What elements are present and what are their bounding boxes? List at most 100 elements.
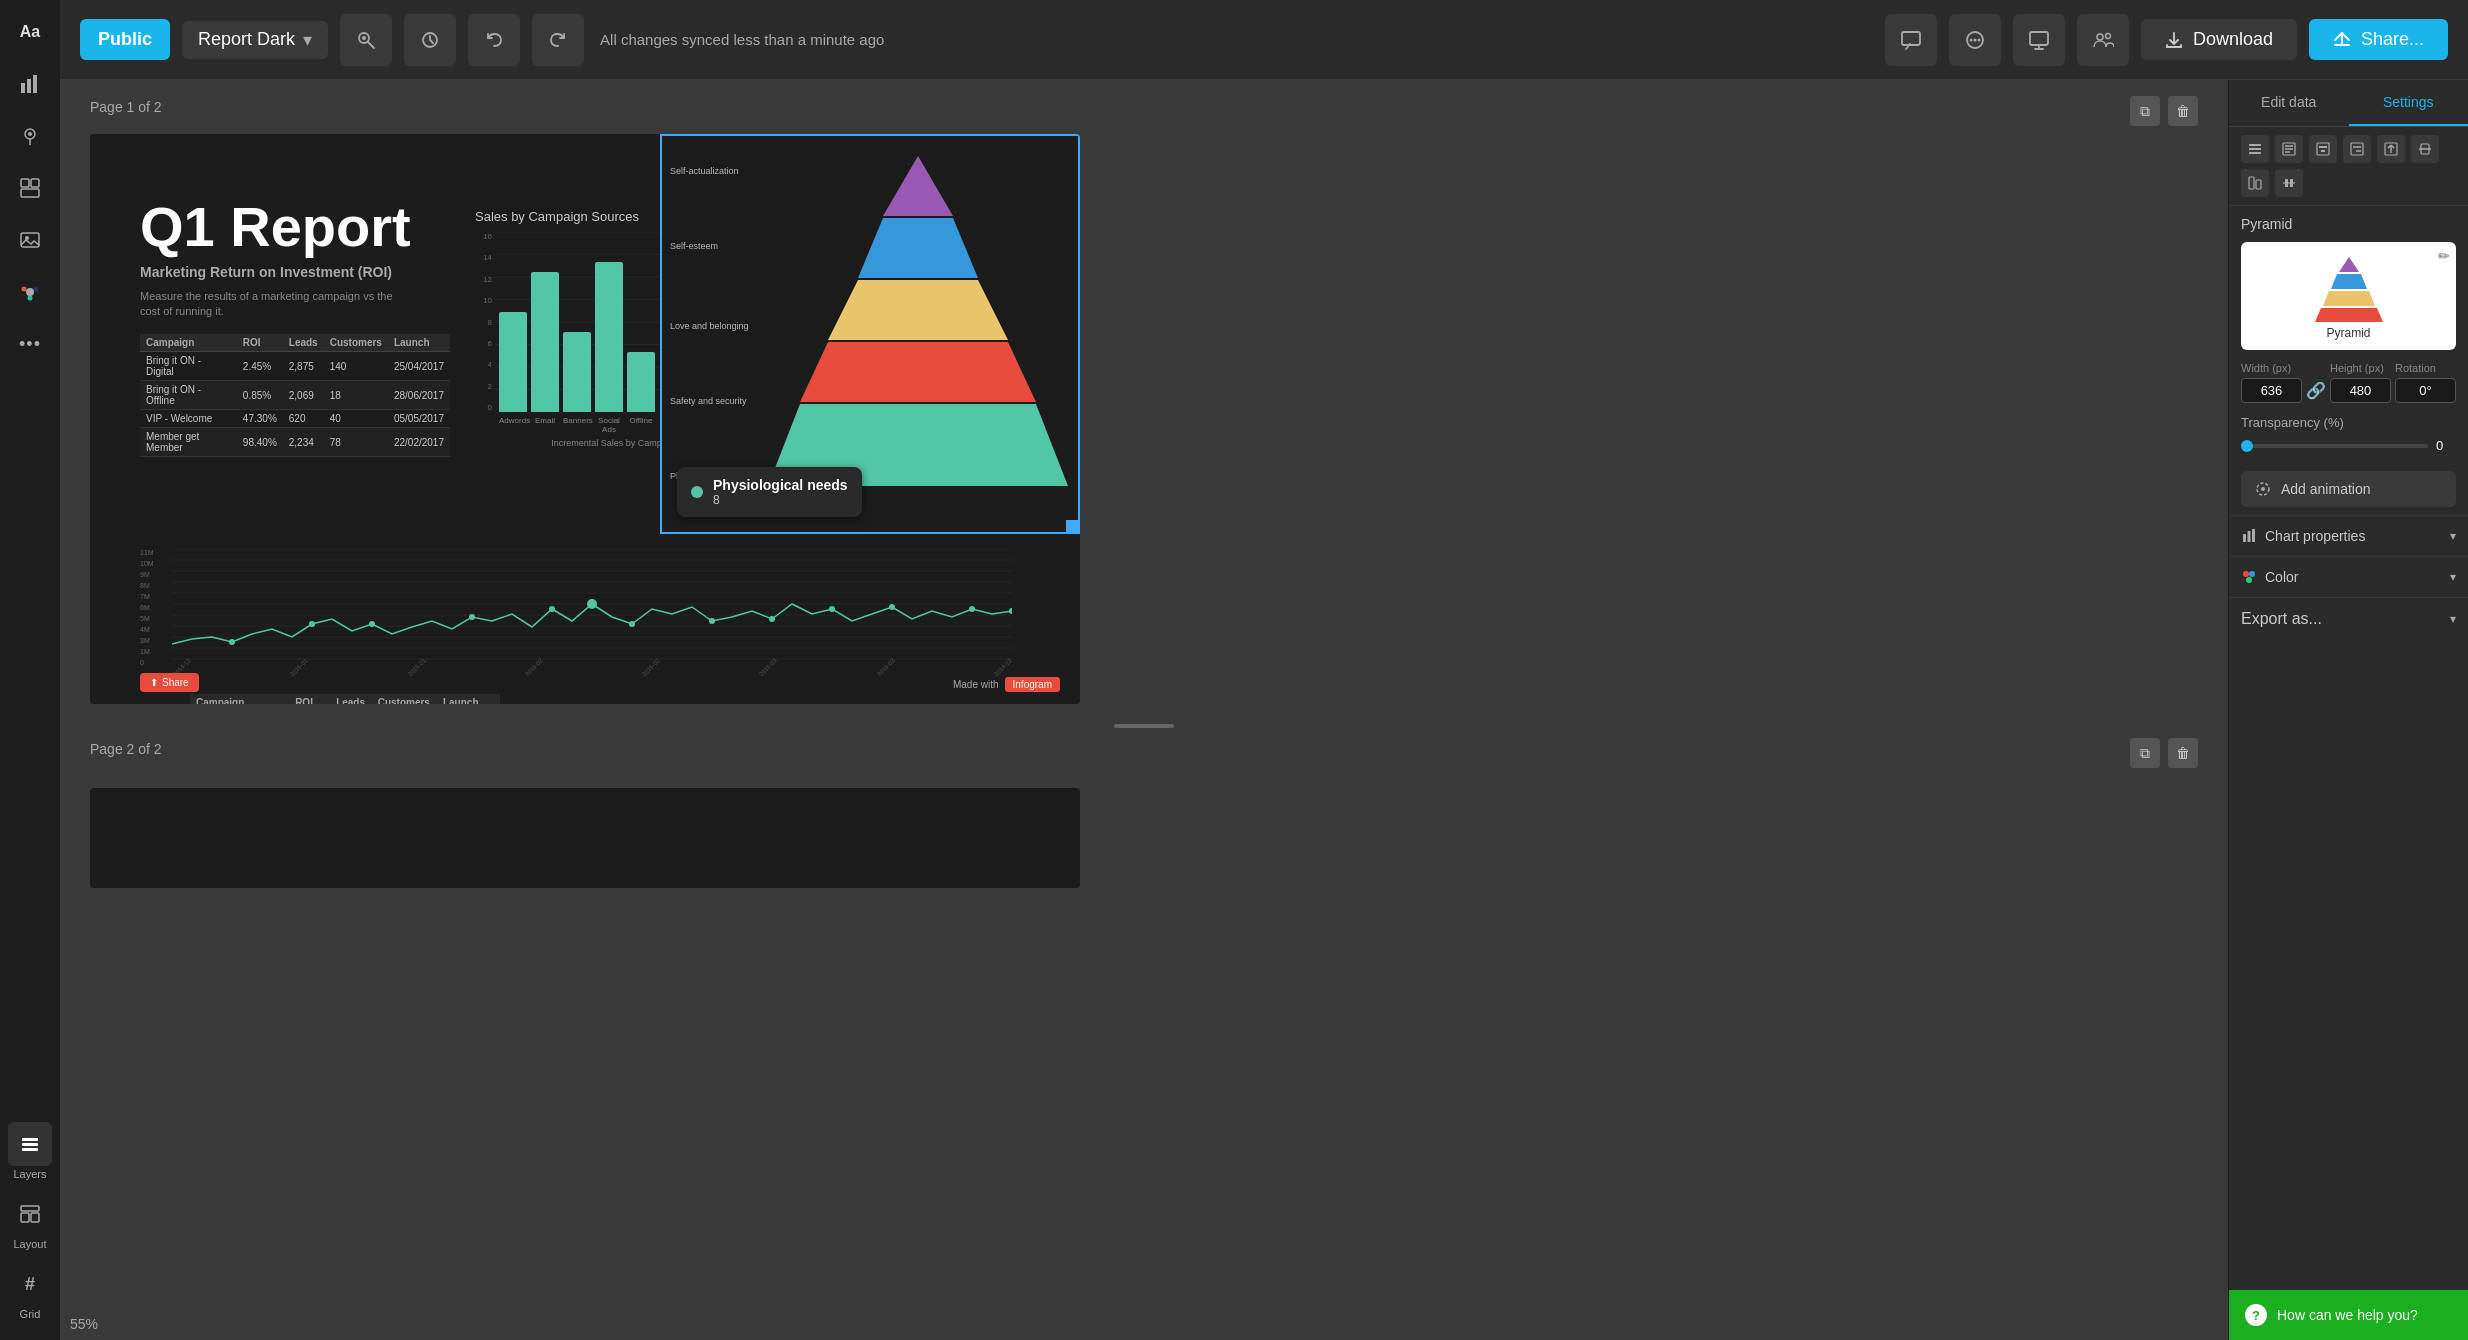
svg-rect-14	[22, 1138, 38, 1141]
roi-table2: Campaign ROI Leads Customers Launch Brin…	[190, 694, 500, 704]
svg-rect-2	[33, 75, 37, 93]
duplicate-page2-btn[interactable]: ⧉	[2130, 738, 2160, 768]
share-badge[interactable]: ⬆ Share	[140, 673, 199, 692]
th-customers: Customers	[324, 334, 388, 352]
height-input[interactable]	[2330, 378, 2391, 403]
share-btn-label: Share	[162, 677, 189, 688]
layers-icon-btn[interactable]	[2241, 135, 2269, 163]
animation-icon	[2255, 481, 2271, 497]
height-label: Height (px)	[2330, 362, 2391, 374]
svg-rect-77	[2319, 146, 2327, 148]
svg-rect-5	[21, 179, 29, 187]
present-button[interactable]	[2013, 14, 2065, 66]
settings-icon-toolbar	[2229, 127, 2468, 206]
sidebar-item-more[interactable]: •••	[8, 322, 52, 366]
rotation-input[interactable]	[2395, 378, 2456, 403]
redo-button[interactable]	[532, 14, 584, 66]
distribute-btn[interactable]	[2275, 169, 2303, 197]
chart-type-preview[interactable]: Pyramid ✏	[2241, 242, 2456, 350]
chat-button[interactable]	[1949, 14, 2001, 66]
svg-rect-88	[2249, 177, 2254, 189]
public-button[interactable]: Public	[80, 19, 170, 60]
delete-page-btn[interactable]: 🗑	[2168, 96, 2198, 126]
sidebar-item-charts[interactable]	[8, 62, 52, 106]
report-name: Report Dark	[198, 29, 295, 50]
svg-point-12	[34, 287, 39, 292]
layers-label: Layers	[13, 1168, 46, 1180]
th-leads: Leads	[283, 334, 324, 352]
svg-point-29	[2097, 34, 2103, 40]
align-top-btn[interactable]	[2377, 135, 2405, 163]
align-right-btn[interactable]	[2343, 135, 2371, 163]
chart-properties-row[interactable]: Chart properties ▾	[2229, 515, 2468, 556]
history-button[interactable]	[404, 14, 456, 66]
roi-title: Marketing Return on Investment (ROI)	[140, 264, 392, 280]
comment-icon-button[interactable]	[1885, 14, 1937, 66]
align-middle-btn[interactable]	[2411, 135, 2439, 163]
bar-email	[531, 272, 559, 412]
link-dimensions-icon: 🔗	[2306, 365, 2326, 400]
tab-edit-data[interactable]: Edit data	[2229, 80, 2349, 126]
rotation-label: Rotation	[2395, 362, 2456, 374]
edit-chart-type-btn[interactable]: ✏	[2438, 248, 2450, 264]
width-input[interactable]	[2241, 378, 2302, 403]
svg-rect-76	[2317, 143, 2329, 155]
roi-table: Campaign ROI Leads Customers Launch Brin…	[140, 334, 450, 457]
svg-point-66	[889, 604, 895, 610]
sidebar-item-layout[interactable]	[8, 166, 52, 210]
export-row[interactable]: Export as... ▾	[2229, 597, 2468, 640]
undo-button[interactable]	[468, 14, 520, 66]
infogram-badge: Infogram	[1005, 677, 1060, 692]
key-button[interactable]	[340, 14, 392, 66]
color-label: Color	[2265, 569, 2298, 585]
svg-rect-23	[1902, 32, 1920, 45]
align-center-btn[interactable]	[2309, 135, 2337, 163]
table-row: VIP - Welcome 47.30% 620 40 05/05/2017	[140, 410, 450, 428]
sidebar-item-themes[interactable]	[8, 270, 52, 314]
svg-rect-101	[2252, 529, 2255, 542]
sidebar-item-text[interactable]: Aa	[8, 10, 52, 54]
transparency-slider[interactable]	[2241, 444, 2428, 448]
svg-rect-15	[22, 1143, 38, 1146]
download-button[interactable]: Download	[2141, 19, 2297, 60]
resize-handle[interactable]	[1066, 520, 1078, 532]
sidebar-item-layout2[interactable]: Layout	[8, 1192, 52, 1250]
canvas-page2	[90, 788, 1080, 888]
svg-rect-18	[21, 1213, 29, 1222]
svg-rect-28	[2030, 32, 2048, 45]
color-row[interactable]: Color ▾	[2229, 556, 2468, 597]
add-animation-button[interactable]: Add animation	[2241, 471, 2456, 507]
svg-rect-71	[2249, 152, 2261, 154]
sidebar-item-maps[interactable]	[8, 114, 52, 158]
sidebar-item-layers[interactable]: Layers	[8, 1122, 52, 1180]
pyramid-label-self-actualization: Self-actualization	[670, 166, 739, 176]
svg-rect-78	[2321, 150, 2325, 152]
download-label: Download	[2193, 29, 2273, 50]
collab-button[interactable]	[2077, 14, 2129, 66]
add-animation-label: Add animation	[2281, 481, 2371, 497]
th-launch: Launch	[388, 334, 450, 352]
chart-type-label: Pyramid	[2229, 206, 2468, 242]
svg-point-57	[309, 621, 315, 627]
svg-marker-42	[828, 280, 1008, 340]
width-label: Width (px)	[2241, 362, 2302, 374]
canvas-page1: Q1 Report Marketing Return on Investment…	[90, 134, 1080, 704]
help-bar[interactable]: ? How can we help you?	[2229, 1290, 2468, 1340]
delete-page2-btn[interactable]: 🗑	[2168, 738, 2198, 768]
svg-point-67	[969, 606, 975, 612]
table-row: Bring it ON - Offline 0.85% 2,069 18 28/…	[140, 381, 450, 410]
main-canvas-area: Page 1 of 2 ⧉ 🗑 Q1 Report Marketing Retu…	[60, 80, 2228, 1340]
transparency-thumb[interactable]	[2241, 440, 2253, 452]
left-sidebar: Aa	[0, 0, 60, 1340]
report-title-dropdown[interactable]: Report Dark ▾	[182, 21, 328, 59]
share-button[interactable]: Share...	[2309, 19, 2448, 60]
svg-rect-70	[2249, 148, 2261, 150]
svg-rect-0	[21, 83, 25, 93]
tab-settings[interactable]: Settings	[2349, 80, 2469, 126]
align-bottom-btn[interactable]	[2241, 169, 2269, 197]
sidebar-item-grid[interactable]: # Grid	[8, 1262, 52, 1320]
duplicate-page-btn[interactable]: ⧉	[2130, 96, 2160, 126]
scroll-indicator	[1114, 724, 1174, 728]
sidebar-item-images[interactable]	[8, 218, 52, 262]
align-left-btn[interactable]	[2275, 135, 2303, 163]
